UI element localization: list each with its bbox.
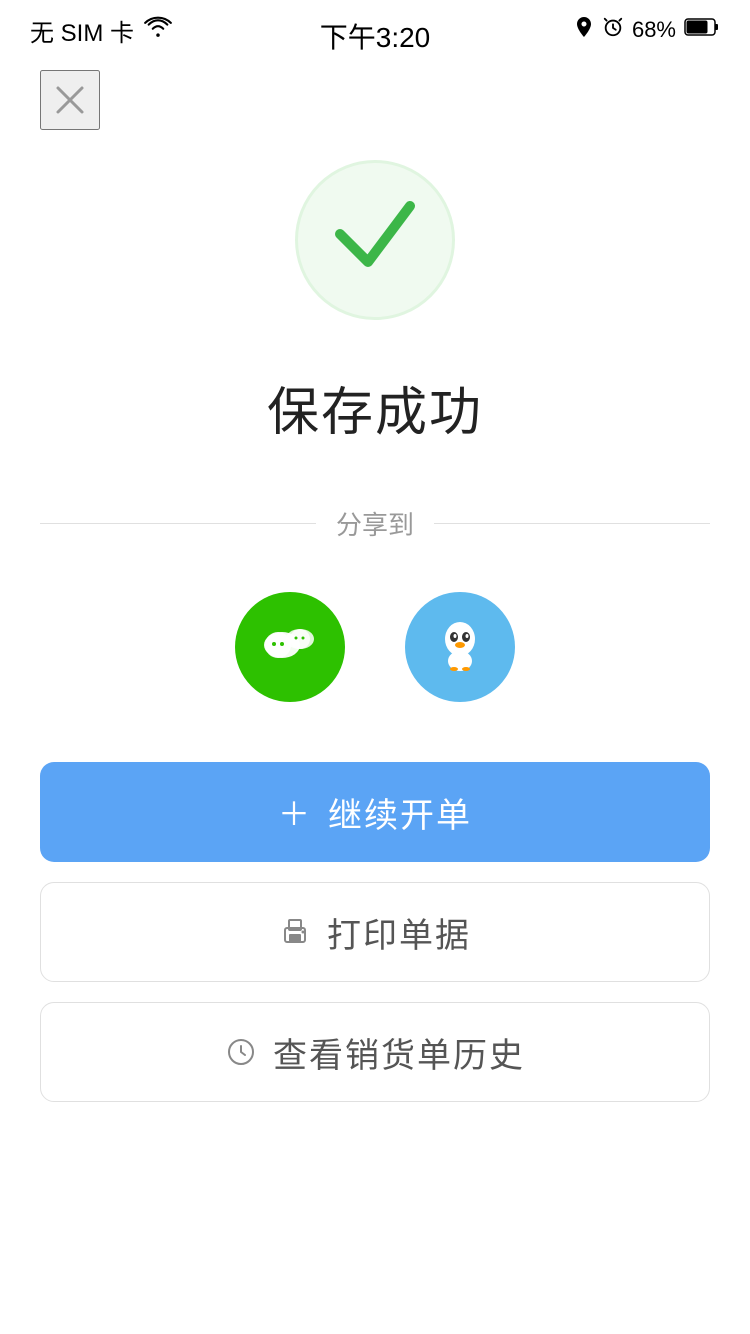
share-section: 分享到 [40,505,710,702]
share-wechat-button[interactable] [235,592,345,702]
share-qq-button[interactable] [405,592,515,702]
share-label: 分享到 [316,505,434,542]
status-time: 下午3:20 [320,16,431,56]
history-label: 查看销货单历史 [273,1028,525,1077]
location-icon [574,15,594,45]
check-icon [330,194,420,287]
success-circle [295,160,455,320]
printer-icon [279,916,311,948]
history-icon [225,1036,257,1068]
carrier-text: 无 SIM 卡 [30,13,134,48]
continue-new-label: 继续开单 [328,788,472,837]
success-title: 保存成功 [267,370,483,445]
battery-percentage: 68% [632,17,676,43]
action-buttons: ＋ 继续开单 打印单据 查看销货单历史 [40,762,710,1102]
status-right: 68% [574,15,720,45]
history-button[interactable]: 查看销货单历史 [40,1002,710,1102]
close-button[interactable] [40,70,100,130]
status-bar: 无 SIM 卡 下午3:20 68% [0,0,750,60]
print-button[interactable]: 打印单据 [40,882,710,982]
wifi-icon [144,16,172,45]
main-content: 保存成功 分享到 [0,60,750,1102]
alarm-icon [602,16,624,44]
share-divider: 分享到 [40,505,710,542]
share-icons [40,592,710,702]
print-label: 打印单据 [327,908,471,957]
plus-icon: ＋ [278,789,312,835]
battery-icon [684,17,720,43]
continue-new-button[interactable]: ＋ 继续开单 [40,762,710,862]
status-left: 无 SIM 卡 [30,13,172,48]
